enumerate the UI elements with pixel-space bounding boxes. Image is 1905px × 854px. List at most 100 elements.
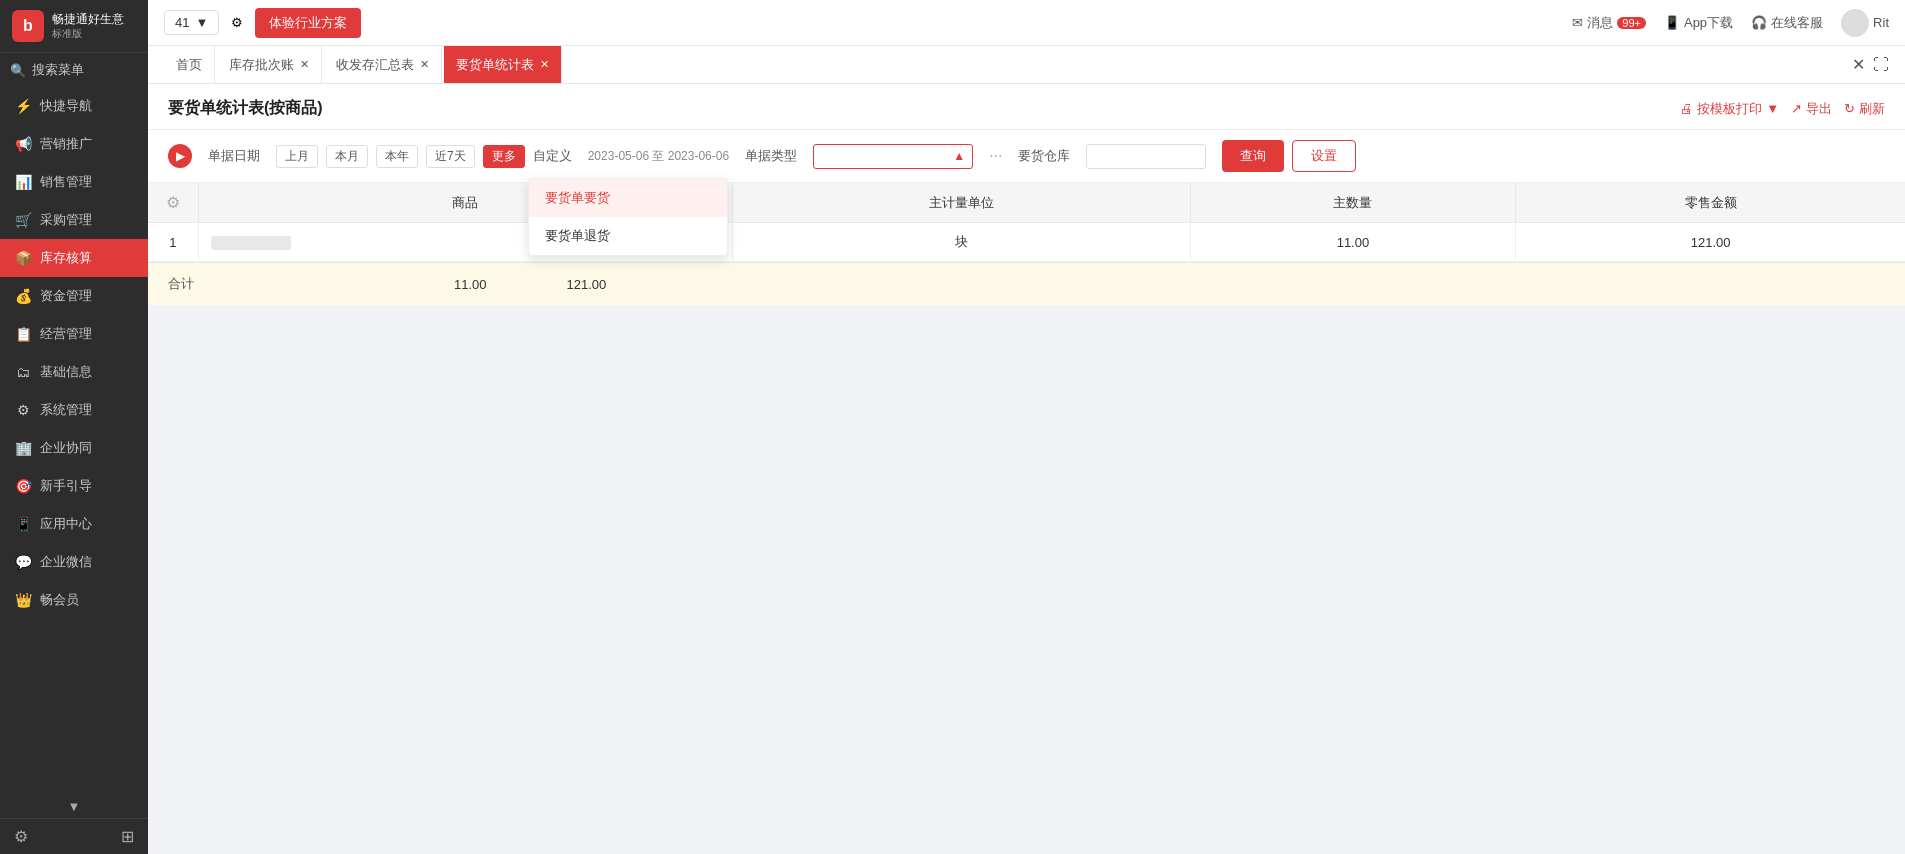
sidebar-item-purchase[interactable]: 🛒 采购管理 (0, 201, 148, 239)
nav-label-app-center: 应用中心 (40, 515, 92, 533)
sidebar: b 畅捷通好生意 标准版 🔍 搜索菜单 ⚡ 快捷导航 📢 营销推广 📊 销售管理… (0, 0, 148, 854)
filter-toggle-btn[interactable]: ▶ (168, 144, 192, 168)
col-settings: ⚙ (148, 183, 198, 223)
tabs-close-icon[interactable]: ✕ (1852, 55, 1865, 74)
date-this-month-btn[interactable]: 本月 (326, 145, 368, 168)
sidebar-item-inventory[interactable]: 📦 库存核算 (0, 239, 148, 277)
nav-icon-operations: 📋 (14, 326, 32, 342)
tab-label-receivables: 收发存汇总表 (336, 56, 414, 74)
product-placeholder (211, 236, 291, 250)
sidebar-item-app-center[interactable]: 📱 应用中心 (0, 505, 148, 543)
page-content: 要货单统计表(按商品) 🖨 按模板打印 ▼ ↗ 导出 ↻ 刷新 ▶ (148, 84, 1905, 854)
sidebar-logo: b 畅捷通好生意 标准版 (0, 0, 148, 53)
settings-topbar-icon[interactable]: ⚙ (231, 15, 243, 30)
dropdown-item-0[interactable]: 要货单要货 (529, 179, 727, 217)
search-icon: 🔍 (10, 63, 26, 78)
table-settings-icon[interactable]: ⚙ (166, 194, 180, 211)
sidebar-search[interactable]: 🔍 搜索菜单 (0, 53, 148, 87)
dropdown-item-1[interactable]: 要货单退货 (529, 217, 727, 255)
print-btn[interactable]: 🖨 按模板打印 ▼ (1680, 100, 1779, 118)
collapse-footer-icon[interactable]: ⊞ (121, 827, 134, 846)
sidebar-item-operations[interactable]: 📋 经营管理 (0, 315, 148, 353)
query-btn[interactable]: 查询 (1222, 140, 1284, 172)
col-amount: 零售金额 (1516, 183, 1905, 223)
app-download-btn[interactable]: 📱 App下载 (1664, 14, 1733, 32)
nav-icon-member: 👑 (14, 592, 32, 608)
filter-more-icon[interactable]: ··· (989, 147, 1002, 165)
selector-chevron-icon: ▼ (195, 15, 208, 30)
nav-icon-system: ⚙ (14, 402, 32, 418)
nav-icon-inventory: 📦 (14, 250, 32, 266)
nav-label-basic-info: 基础信息 (40, 363, 92, 381)
tab-close-order-stats[interactable]: ✕ (540, 58, 549, 71)
col-unit: 主计量单位 (732, 183, 1190, 223)
sidebar-item-guide[interactable]: 🎯 新手引导 (0, 467, 148, 505)
table-wrap: ⚙ 商品 主计量单位 主数量 零售金额 1 块 (148, 183, 1905, 262)
service-icon: 🎧 (1751, 15, 1767, 30)
export-icon: ↗ (1791, 101, 1802, 116)
user-avatar-area[interactable]: Rit (1841, 9, 1889, 37)
warehouse-select[interactable] (1086, 144, 1206, 169)
tabs-left: 首页库存批次账✕ 收发存汇总表 ✕ 要货单统计表 ✕ (164, 46, 562, 83)
warehouse-filter-label: 要货仓库 (1018, 147, 1070, 165)
order-type-select[interactable] (813, 144, 973, 169)
nav-label-wechat: 企业微信 (40, 553, 92, 571)
footer-quantity: 11.00 (454, 277, 487, 292)
filter-bar: ▶ 单据日期 上月 本月 本年 近7天 更多 自定义 2023-05-06 至 … (148, 130, 1905, 183)
sidebar-item-sales[interactable]: 📊 销售管理 (0, 163, 148, 201)
sidebar-item-enterprise[interactable]: 🏢 企业协同 (0, 429, 148, 467)
footer-amount: 121.00 (567, 277, 607, 292)
sidebar-nav: ⚡ 快捷导航 📢 营销推广 📊 销售管理 🛒 采购管理 📦 库存核算 💰 资金管… (0, 87, 148, 795)
page-header-actions: 🖨 按模板打印 ▼ ↗ 导出 ↻ 刷新 (1680, 100, 1885, 118)
tabs-bar: 首页库存批次账✕ 收发存汇总表 ✕ 要货单统计表 ✕ ✕ ⛶ (148, 46, 1905, 84)
sidebar-item-finance[interactable]: 💰 资金管理 (0, 277, 148, 315)
tab-close-batch-account[interactable]: ✕ (300, 58, 309, 71)
sidebar-scroll-down[interactable]: ▼ (0, 795, 148, 818)
sidebar-item-system[interactable]: ⚙ 系统管理 (0, 391, 148, 429)
date-options: 上月 本月 本年 近7天 更多 自定义 (276, 145, 572, 168)
page-title: 要货单统计表(按商品) (168, 98, 323, 119)
date-this-year-btn[interactable]: 本年 (376, 145, 418, 168)
message-icon: ✉ (1572, 15, 1583, 30)
date-7days-btn[interactable]: 近7天 (426, 145, 475, 168)
sidebar-item-basic-info[interactable]: 🗂 基础信息 (0, 353, 148, 391)
sidebar-item-quick-nav[interactable]: ⚡ 快捷导航 (0, 87, 148, 125)
tabs-expand-icon[interactable]: ⛶ (1873, 56, 1889, 74)
tab-close-receivables[interactable]: ✕ (420, 58, 429, 71)
export-btn[interactable]: ↗ 导出 (1791, 100, 1832, 118)
date-prev-month-btn[interactable]: 上月 (276, 145, 318, 168)
tab-label-order-stats: 要货单统计表 (456, 56, 534, 74)
cell-quantity: 11.00 (1190, 223, 1516, 262)
date-range-display: 2023-05-06 至 2023-06-06 (588, 148, 729, 165)
nav-label-enterprise: 企业协同 (40, 439, 92, 457)
table-row: 1 块 11.00 121.00 (148, 223, 1905, 262)
topbar-right: ✉ 消息 99+ 📱 App下载 🎧 在线客服 Rit (1572, 9, 1889, 37)
tab-label-home: 首页 (176, 56, 202, 74)
date-more-btn[interactable]: 更多 (483, 145, 525, 168)
order-type-select-wrap: ▲ (813, 144, 973, 169)
refresh-btn[interactable]: ↻ 刷新 (1844, 100, 1885, 118)
sidebar-item-wechat[interactable]: 💬 企业微信 (0, 543, 148, 581)
nav-icon-marketing: 📢 (14, 136, 32, 152)
settings-btn[interactable]: 设置 (1292, 140, 1356, 172)
tab-batch-account[interactable]: 库存批次账✕ (217, 46, 322, 83)
nav-label-operations: 经营管理 (40, 325, 92, 343)
messages-btn[interactable]: ✉ 消息 99+ (1572, 14, 1646, 32)
main-area: 41 ▼ ⚙ 体验行业方案 ✉ 消息 99+ 📱 App下载 🎧 在线客服 R (148, 0, 1905, 854)
tab-order-stats[interactable]: 要货单统计表 ✕ (444, 46, 562, 83)
table-body: 1 块 11.00 121.00 (148, 223, 1905, 262)
settings-footer-icon[interactable]: ⚙ (14, 827, 28, 846)
online-service-btn[interactable]: 🎧 在线客服 (1751, 14, 1823, 32)
tab-receivables[interactable]: 收发存汇总表 ✕ (324, 46, 442, 83)
sidebar-item-member[interactable]: 👑 畅会员 (0, 581, 148, 619)
date-custom-label: 自定义 (533, 147, 572, 165)
sidebar-item-marketing[interactable]: 📢 营销推广 (0, 125, 148, 163)
nav-icon-enterprise: 🏢 (14, 440, 32, 456)
order-type-label: 单据类型 (745, 147, 797, 165)
company-selector[interactable]: 41 ▼ (164, 10, 219, 35)
trial-btn[interactable]: 体验行业方案 (255, 8, 361, 38)
tab-home[interactable]: 首页 (164, 46, 215, 83)
nav-label-guide: 新手引导 (40, 477, 92, 495)
nav-icon-sales: 📊 (14, 174, 32, 190)
order-type-dropdown: 要货单要货 要货单退货 (528, 178, 728, 256)
